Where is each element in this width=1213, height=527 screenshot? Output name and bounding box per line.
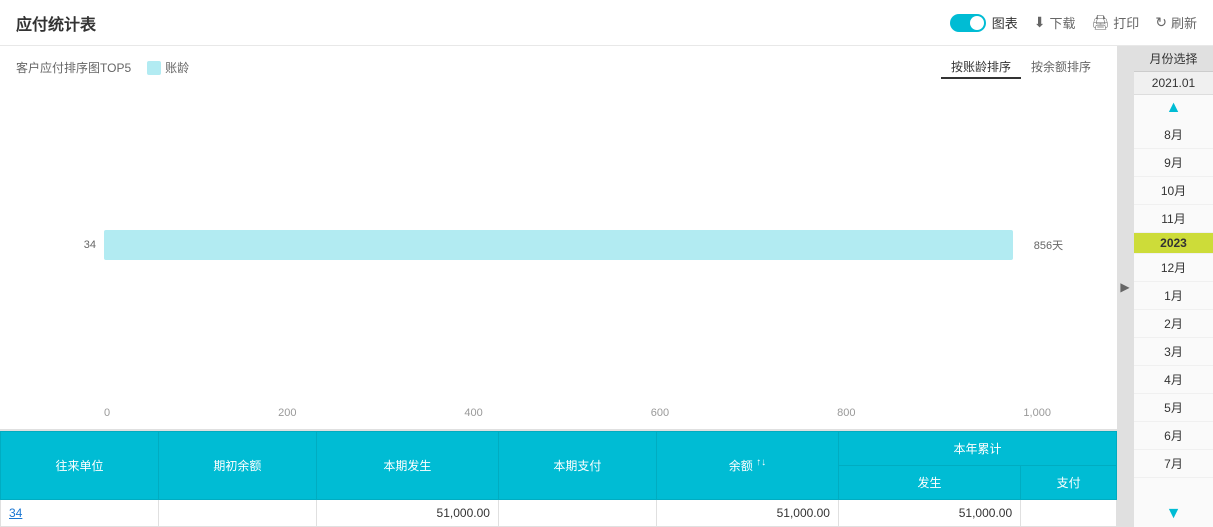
app-container: 应付统计表 图表 ⬇ 下载 🖨 打印 ↻ 刷新 xyxy=(0,0,1213,527)
print-label: 打印 xyxy=(1113,13,1139,32)
download-button[interactable]: ⬇ 下载 xyxy=(1034,13,1076,32)
sidebar-month-item[interactable]: 3月 xyxy=(1134,338,1213,366)
th-balance: 余额 ↑↓ xyxy=(656,432,838,500)
sidebar-month-item[interactable]: 1月 xyxy=(1134,282,1213,310)
chart-section: 客户应付排序图TOP5 账龄 按账龄排序 按余额排序 34 xyxy=(0,46,1117,527)
xaxis-400: 400 xyxy=(464,407,482,419)
th-ytd-group: 本年累计 xyxy=(838,432,1116,466)
sidebar-month-item[interactable]: 9月 xyxy=(1134,149,1213,177)
legend-label: 账龄 xyxy=(165,59,189,76)
sidebar-month-item[interactable]: 2月 xyxy=(1134,310,1213,338)
cell-opening xyxy=(158,500,316,527)
xaxis-1000: 1,000 xyxy=(1023,407,1051,419)
cell-ytd-pay xyxy=(1021,500,1117,527)
bar-fill: 856天 xyxy=(104,230,1013,260)
main-content: 客户应付排序图TOP5 账龄 按账龄排序 按余额排序 34 xyxy=(0,46,1213,527)
sidebar-month-list: 8月9月10月11月202312月1月2月3月4月5月6月7月 xyxy=(1134,121,1213,501)
cell-ytd-occur: 51,000.00 xyxy=(838,500,1020,527)
sidebar-month-item[interactable]: 12月 xyxy=(1134,254,1213,282)
chart-toggle-label: 图表 xyxy=(992,13,1018,32)
legend-item: 账龄 xyxy=(147,59,189,76)
sidebar-month-item[interactable]: 7月 xyxy=(1134,450,1213,478)
print-icon: 🖨 xyxy=(1091,14,1109,31)
table-section: 往来单位 期初余额 本期发生 本期支付 余额 ↑↓ 本年累计 发生 xyxy=(0,429,1117,527)
sidebar-month-item[interactable]: 10月 xyxy=(1134,177,1213,205)
download-icon: ⬇ xyxy=(1034,14,1046,31)
th-unit: 往来单位 xyxy=(1,432,159,500)
chart-toggle-wrap: 图表 xyxy=(950,13,1018,32)
cell-current-pay xyxy=(498,500,656,527)
sidebar: 月份选择 2021.01 ▲ 8月9月10月11月202312月1月2月3月4月… xyxy=(1133,46,1213,527)
chart-canvas: 34 856天 0 200 400 600 8 xyxy=(16,87,1101,419)
sort-by-age-button[interactable]: 按账龄排序 xyxy=(941,56,1021,79)
xaxis-600: 600 xyxy=(651,407,669,419)
cell-balance: 51,000.00 xyxy=(656,500,838,527)
sidebar-down-button[interactable]: ▼ xyxy=(1134,501,1213,527)
cell-unit[interactable]: 34 xyxy=(1,500,159,527)
chart-bars-area: 34 856天 xyxy=(16,87,1101,403)
chart-xaxis: 0 200 400 600 800 1,000 xyxy=(16,403,1101,419)
year-marker: 2023 xyxy=(1134,233,1213,254)
table-row: 34 51,000.00 51,000.00 51,000.00 xyxy=(1,500,1117,527)
sort-by-balance-button[interactable]: 按余额排序 xyxy=(1021,56,1101,79)
th-current-occur: 本期发生 xyxy=(316,432,498,500)
legend-title: 客户应付排序图TOP5 xyxy=(16,59,131,76)
print-button[interactable]: 🖨 打印 xyxy=(1091,13,1139,32)
sidebar-header: 月份选择 xyxy=(1134,46,1213,72)
sidebar-month-item[interactable]: 6月 xyxy=(1134,422,1213,450)
sidebar-month-item[interactable]: 8月 xyxy=(1134,121,1213,149)
data-table: 往来单位 期初余额 本期发生 本期支付 余额 ↑↓ 本年累计 发生 xyxy=(0,431,1117,527)
bar-row: 34 856天 xyxy=(66,230,1061,260)
th-ytd-pay: 支付 xyxy=(1021,466,1117,500)
refresh-icon: ↻ xyxy=(1155,14,1167,31)
chart-legend: 客户应付排序图TOP5 账龄 xyxy=(16,59,189,76)
refresh-button[interactable]: ↻ 刷新 xyxy=(1155,13,1197,32)
chart-toggle[interactable] xyxy=(950,14,986,32)
download-label: 下载 xyxy=(1049,13,1075,32)
cell-current-occur: 51,000.00 xyxy=(316,500,498,527)
header-actions: 图表 ⬇ 下载 🖨 打印 ↻ 刷新 xyxy=(950,13,1197,32)
sidebar-year-display: 2021.01 xyxy=(1134,72,1213,95)
sidebar-expand-button[interactable]: ▶ xyxy=(1117,46,1133,527)
sidebar-month-item[interactable]: 5月 xyxy=(1134,394,1213,422)
page-title: 应付统计表 xyxy=(16,11,96,35)
th-current-pay: 本期支付 xyxy=(498,432,656,500)
sidebar-month-item[interactable]: 11月 xyxy=(1134,205,1213,233)
refresh-label: 刷新 xyxy=(1171,13,1197,32)
bar-end-label: 856天 xyxy=(1034,237,1063,253)
bar-track: 856天 xyxy=(104,230,1061,260)
th-ytd-occur: 发生 xyxy=(838,466,1020,500)
sidebar-up-button[interactable]: ▲ xyxy=(1134,95,1213,121)
header: 应付统计表 图表 ⬇ 下载 🖨 打印 ↻ 刷新 xyxy=(0,0,1213,46)
xaxis-800: 800 xyxy=(837,407,855,419)
chart-sort-buttons: 按账龄排序 按余额排序 xyxy=(941,56,1101,79)
th-opening: 期初余额 xyxy=(158,432,316,500)
chart-header: 客户应付排序图TOP5 账龄 按账龄排序 按余额排序 xyxy=(16,56,1101,79)
legend-color-box xyxy=(147,61,161,75)
bar-label: 34 xyxy=(66,239,96,251)
xaxis-0: 0 xyxy=(104,407,110,419)
sidebar-month-item[interactable]: 4月 xyxy=(1134,366,1213,394)
xaxis-200: 200 xyxy=(278,407,296,419)
chart-area: 客户应付排序图TOP5 账龄 按账龄排序 按余额排序 34 xyxy=(0,46,1117,429)
